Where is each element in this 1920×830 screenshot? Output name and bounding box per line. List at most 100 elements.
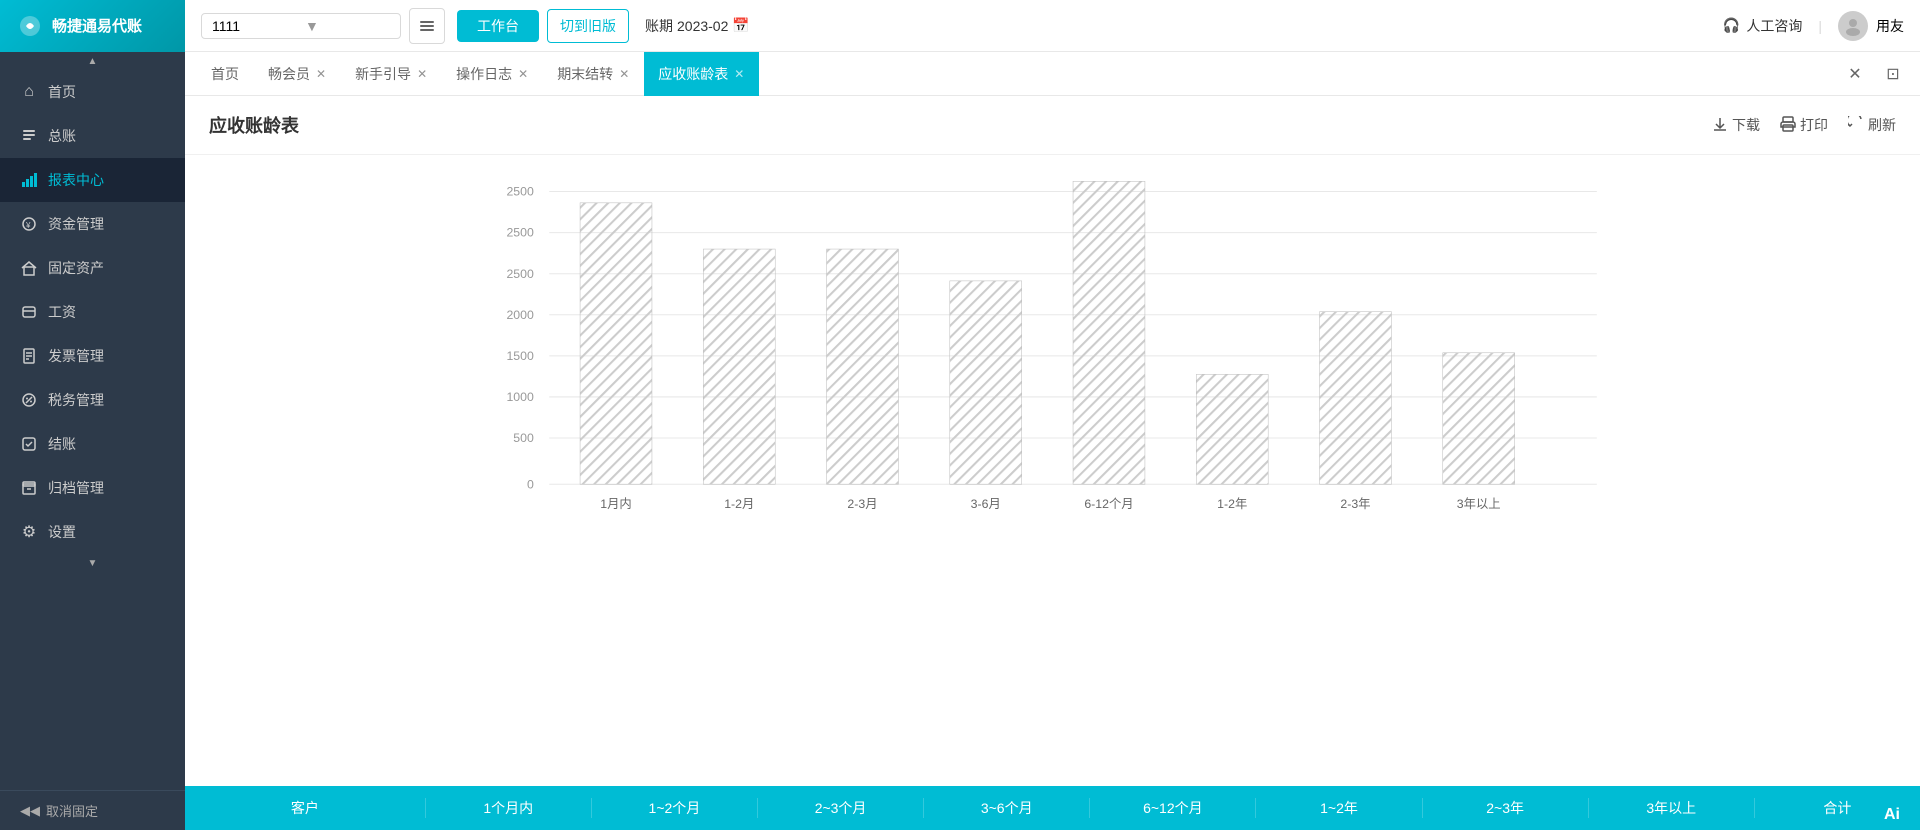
table-header-1-2y: 1~2年 [1256,798,1422,818]
header-right: 🎧 人工咨询 | 用友 [1723,11,1904,41]
svg-text:0: 0 [527,477,534,491]
tab-oplog[interactable]: 操作日志 ✕ [442,52,543,96]
sidebar-footer[interactable]: ◀◀ 取消固定 [0,790,185,830]
tab-home[interactable]: 首页 [197,52,254,96]
consult-label: 人工咨询 [1746,16,1802,36]
ai-badge[interactable]: Ai [1864,800,1920,830]
table-header-1m: 1个月内 [426,798,592,818]
company-name: 1111 [212,18,297,34]
sidebar-item-home[interactable]: ⌂ 首页 [0,70,185,114]
refresh-icon [1848,116,1864,135]
tab-label-member: 畅会员 [268,64,310,84]
sidebar-label-ledger: 总账 [48,126,76,146]
company-selector[interactable]: 1111 ▼ [201,13,401,39]
tab-bar: 首页 畅会员 ✕ 新手引导 ✕ 操作日志 ✕ 期末结转 ✕ 应收账龄表 ✕ [185,52,1920,96]
svg-text:1500: 1500 [506,349,534,363]
sidebar-scroll-up[interactable]: ▲ [0,52,185,70]
svg-text:1月内: 1月内 [600,497,631,511]
page-title: 应收账龄表 [209,112,299,138]
sidebar-label-invoice: 发票管理 [48,346,104,366]
tab-label-oplog: 操作日志 [456,64,512,84]
download-icon [1712,116,1728,135]
tab-label-guide: 新手引导 [355,64,411,84]
svg-text:500: 500 [513,431,534,445]
settings-icon-btn[interactable] [409,8,445,44]
invoice-icon [20,347,38,365]
sidebar-item-settings[interactable]: ⚙ 设置 [0,510,185,554]
sidebar-label-assets: 固定资产 [48,258,104,278]
tab-member[interactable]: 畅会员 ✕ [254,52,341,96]
print-button[interactable]: 打印 [1780,115,1828,135]
closing-icon [20,435,38,453]
svg-text:¥: ¥ [25,221,31,230]
sidebar-item-tax[interactable]: 税务管理 [0,378,185,422]
tab-close-closing[interactable]: ✕ [619,67,629,81]
sidebar-label-archive: 归档管理 [48,478,104,498]
sidebar-item-funds[interactable]: ¥ 资金管理 [0,202,185,246]
sidebar-label-reports: 报表中心 [48,170,104,190]
workbench-button[interactable]: 工作台 [457,10,539,42]
sidebar-label-tax: 税务管理 [48,390,104,410]
table-header-customer: 客户 [185,798,426,818]
table-header-3-6m: 3~6个月 [924,798,1090,818]
tab-close-all-icon[interactable]: ✕ [1840,59,1870,89]
header-divider: | [1818,18,1822,34]
sidebar-label-salary: 工资 [48,302,76,322]
sidebar-item-ledger[interactable]: 总账 [0,114,185,158]
sidebar-item-closing[interactable]: 结账 [0,422,185,466]
tab-label-aging: 应收账龄表 [658,64,728,84]
svg-text:3-6月: 3-6月 [971,497,1001,511]
bar-chart: 2500 2500 2500 2000 1500 1000 500 [209,171,1896,551]
settings-icon: ⚙ [20,523,38,541]
sidebar-label-home: 首页 [48,82,76,102]
calendar-icon[interactable]: 📅 [732,17,749,34]
tab-closing[interactable]: 期末结转 ✕ [543,52,644,96]
svg-text:2-3月: 2-3月 [847,497,877,511]
tab-bar-right: ✕ ⊡ [1840,59,1908,89]
salary-icon [20,303,38,321]
tab-aging[interactable]: 应收账龄表 ✕ [644,52,759,96]
sidebar: ▲ ⌂ 首页 总账 报表中心 ¥ 资金管理 固定资产 [0,52,185,830]
logo-icon [16,12,44,40]
refresh-button[interactable]: 刷新 [1848,115,1896,135]
assets-icon [20,259,38,277]
sidebar-label-settings: 设置 [48,522,76,542]
home-icon: ⌂ [20,83,38,101]
tab-close-oplog[interactable]: ✕ [518,67,528,81]
sidebar-item-salary[interactable]: 工资 [0,290,185,334]
tab-close-guide[interactable]: ✕ [417,67,427,81]
switch-version-button[interactable]: 切到旧版 [547,9,629,43]
download-label: 下载 [1732,115,1760,135]
dropdown-arrow-icon: ▼ [305,18,390,34]
sidebar-item-assets[interactable]: 固定资产 [0,246,185,290]
username: 用友 [1876,16,1904,36]
tax-icon [20,391,38,409]
content-area: 首页 畅会员 ✕ 新手引导 ✕ 操作日志 ✕ 期末结转 ✕ 应收账龄表 ✕ [185,52,1920,830]
tab-fullscreen-icon[interactable]: ⊡ [1878,59,1908,89]
svg-text:2000: 2000 [506,308,534,322]
svg-text:2500: 2500 [506,185,534,199]
tab-close-aging[interactable]: ✕ [734,67,744,81]
svg-text:2500: 2500 [506,226,534,240]
sidebar-item-invoice[interactable]: 发票管理 [0,334,185,378]
chart-wrapper: 2500 2500 2500 2000 1500 1000 500 [209,171,1896,551]
user-area[interactable]: 用友 [1838,11,1904,41]
svg-text:2-3年: 2-3年 [1340,497,1370,511]
tab-label-closing: 期末结转 [557,64,613,84]
reports-icon [20,171,38,189]
tab-guide[interactable]: 新手引导 ✕ [341,52,442,96]
table-header-row: 客户 1个月内 1~2个月 2~3个月 3~6个月 6~12个月 [185,786,1920,830]
consult-button[interactable]: 🎧 人工咨询 [1723,16,1802,36]
tab-close-member[interactable]: ✕ [316,67,326,81]
download-button[interactable]: 下载 [1712,115,1760,135]
sidebar-item-reports[interactable]: 报表中心 [0,158,185,202]
page-content: 应收账龄表 下载 [185,96,1920,830]
svg-text:2500: 2500 [506,267,534,281]
page-header: 应收账龄表 下载 [185,96,1920,155]
print-icon [1780,116,1796,135]
svg-text:1-2月: 1-2月 [724,497,754,511]
sidebar-item-archive[interactable]: 归档管理 [0,466,185,510]
sidebar-scroll-down[interactable]: ▼ [0,554,185,572]
table-header-3y-plus: 3年以上 [1589,798,1755,818]
refresh-label: 刷新 [1868,115,1896,135]
